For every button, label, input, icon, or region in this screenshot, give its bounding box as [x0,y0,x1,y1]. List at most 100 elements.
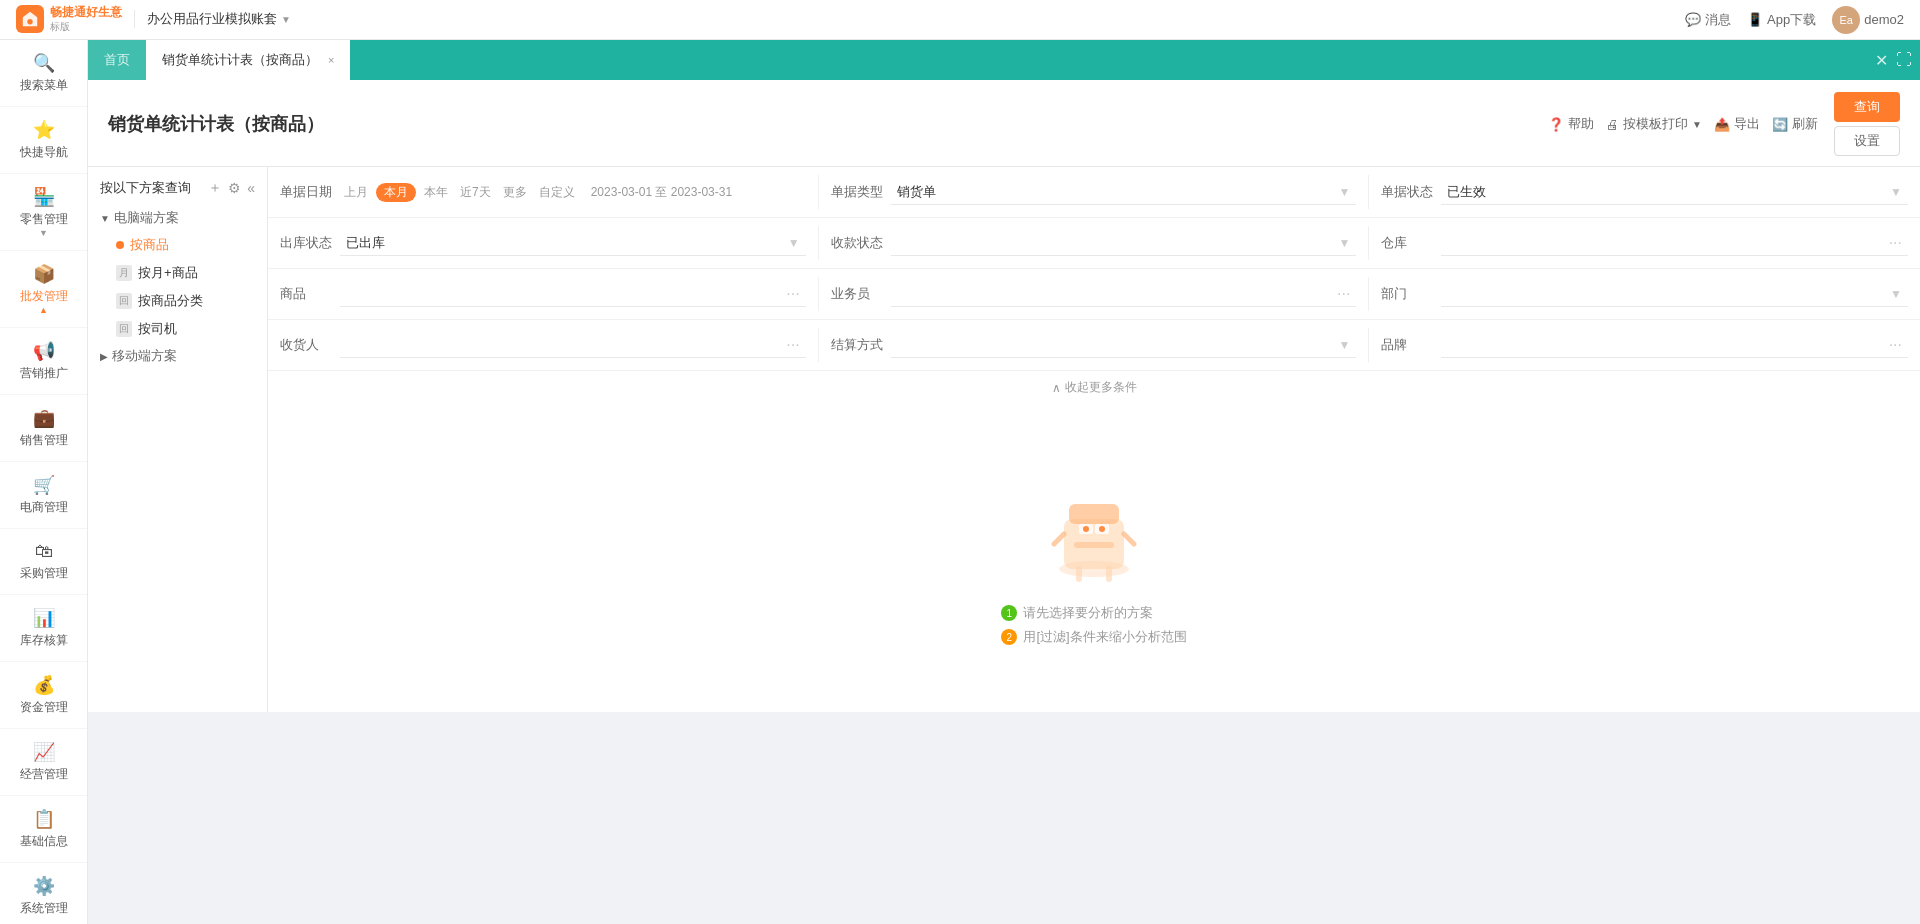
action-buttons: 查询 设置 [1834,92,1900,156]
chevron-icon: ▼ [39,228,48,238]
scheme-item-by-driver[interactable]: 回 按司机 [88,315,267,343]
app-download-button[interactable]: 📱 App下载 [1747,11,1816,29]
filter-cell-doc-status: 单据状态 已生效 ▼ [1369,175,1920,209]
sidebar-item-operations[interactable]: 📈 经营管理 [0,729,87,796]
sidebar-item-sales[interactable]: 💼 销售管理 [0,395,87,462]
sidebar-item-retail[interactable]: 🏪 零售管理 ▼ [0,174,87,251]
sidebar-item-basic[interactable]: 📋 基础信息 [0,796,87,863]
scheme-category-mobile[interactable]: ▶ 移动端方案 [88,343,267,369]
consignee-select[interactable]: ··· [340,332,806,358]
collapse-scheme-icon[interactable]: « [247,180,255,196]
sidebar-basic-label: 基础信息 [20,833,68,850]
scheme-panel-title: 按以下方案查询 [100,179,191,197]
filter-cell-doc-type: 单据类型 销货单 ▼ [819,175,1370,209]
sidebar-item-system[interactable]: ⚙️ 系统管理 [0,863,87,924]
doc-type-select[interactable]: 销货单 ▼ [891,179,1357,205]
tab-active[interactable]: 销货单统计计表（按商品） × [146,40,350,80]
filter-row-4: 收货人 ··· 结算方式 ▼ [268,320,1920,371]
warehouse-select[interactable]: ··· [1441,230,1908,256]
tab-home-label: 首页 [104,51,130,69]
message-button[interactable]: 💬 消息 [1685,11,1731,29]
add-scheme-icon[interactable]: ＋ [208,179,222,197]
product-label: 商品 [280,285,340,303]
sidebar-item-marketing[interactable]: 📢 营销推广 [0,328,87,395]
print-arrow-icon: ▼ [1692,119,1702,130]
wh-status-select[interactable]: 已出库 ▼ [340,230,806,256]
tip-num-2: 2 [1001,629,1017,645]
query-button[interactable]: 查询 [1834,92,1900,122]
filter-cell-department: 部门 ▼ [1369,277,1920,311]
sidebar-sales-label: 销售管理 [20,432,68,449]
doc-status-select[interactable]: 已生效 ▼ [1441,179,1908,205]
brand-dots-icon: ··· [1889,336,1902,354]
right-panel: 单据日期 上月 本月 本年 近7天 更多 自定义 [268,167,1920,712]
tab-close-window-icon[interactable]: ✕ [1875,51,1888,70]
main-layout: 🔍 搜索菜单 ⭐ 快捷导航 🏪 零售管理 ▼ 📦 批发管理 ▲ 📢 营销推广 💼… [0,40,1920,924]
scheme-item-by-month-product[interactable]: 月 按月+商品 [88,259,267,287]
filter-cell-payment-method: 结算方式 ▼ [819,328,1370,362]
shortcut-more[interactable]: 更多 [499,182,531,203]
department-select[interactable]: ▼ [1441,281,1908,307]
top-bar-right: 💬 消息 📱 App下载 Ea demo2 [1685,6,1904,34]
payment-status-select[interactable]: ▼ [891,230,1357,256]
scheme-item-by-category[interactable]: 回 按商品分类 [88,287,267,315]
scheme-icon-month: 月 [116,265,132,281]
sidebar-quick-nav-label: 快捷导航 [20,144,68,161]
export-button[interactable]: 📤 导出 [1714,115,1760,133]
product-select[interactable]: ··· [340,281,806,307]
chevron-icon2: ▲ [39,305,48,315]
sidebar-item-wholesale[interactable]: 📦 批发管理 ▲ [0,251,87,328]
help-icon: ❓ [1548,117,1564,132]
shortcut-last7[interactable]: 近7天 [456,182,495,203]
scheme-panel-header: 按以下方案查询 ＋ ⚙ « [88,175,267,205]
export-icon: 📤 [1714,117,1730,132]
message-icon: 💬 [1685,12,1701,27]
filter-row-1: 单据日期 上月 本月 本年 近7天 更多 自定义 [268,167,1920,218]
salesperson-select[interactable]: ··· [891,281,1357,307]
sidebar-purchase-label: 采购管理 [20,565,68,582]
sidebar-search[interactable]: 🔍 搜索菜单 [0,40,87,107]
content-area: 首页 销货单统计计表（按商品） × ✕ ⛶ 销货单统计计表（按商品） [88,40,1920,924]
setting-button[interactable]: 设置 [1834,126,1900,156]
collapse-bar[interactable]: ∧ 收起更多条件 [268,371,1920,404]
sidebar-item-finance[interactable]: 💰 资金管理 [0,662,87,729]
shortcut-custom[interactable]: 自定义 [535,182,579,203]
scheme-item-by-product[interactable]: 按商品 [88,231,267,259]
app-download-label: App下载 [1767,11,1816,29]
search-icon: 🔍 [33,52,55,74]
sidebar-search-label: 搜索菜单 [20,77,68,94]
settings-scheme-icon[interactable]: ⚙ [228,180,241,196]
scheme-icon-category: 回 [116,293,132,309]
caret-down-icon: ▼ [100,213,110,224]
sidebar-quick-nav[interactable]: ⭐ 快捷导航 [0,107,87,174]
sidebar-item-inventory[interactable]: 📊 库存核算 [0,595,87,662]
department-caret-icon: ▼ [1890,287,1902,301]
brand-select[interactable]: ··· [1441,332,1908,358]
tab-maximize-icon[interactable]: ⛶ [1896,51,1912,69]
help-button[interactable]: ❓ 帮助 [1548,115,1594,133]
user-avatar[interactable]: Ea demo2 [1832,6,1904,34]
refresh-button[interactable]: 🔄 刷新 [1772,115,1818,133]
refresh-label: 刷新 [1792,115,1818,133]
sidebar-item-purchase[interactable]: 🛍 采购管理 [0,529,87,595]
doc-type-value: 销货单 [897,183,936,201]
inventory-icon: 📊 [33,607,55,629]
date-range: 2023-03-01 至 2023-03-31 [591,184,732,201]
shortcut-this-month[interactable]: 本月 [376,183,416,202]
sidebar-item-ecommerce[interactable]: 🛒 电商管理 [0,462,87,529]
scheme-category-pc[interactable]: ▼ 电脑端方案 [88,205,267,231]
template-print-button[interactable]: 🖨 按模板打印 ▼ [1606,115,1702,133]
payment-method-select[interactable]: ▼ [891,332,1357,358]
tab-home[interactable]: 首页 [88,40,146,80]
brand-label: 品牌 [1381,336,1441,354]
tab-close-icon[interactable]: × [328,54,334,66]
shortcut-last-month[interactable]: 上月 [340,182,372,203]
svg-point-7 [1099,526,1105,532]
industry-select[interactable]: 办公用品行业模拟账套 ▼ [134,10,291,28]
refresh-icon: 🔄 [1772,117,1788,132]
message-label: 消息 [1705,11,1731,29]
shortcut-this-year[interactable]: 本年 [420,182,452,203]
sales-icon: 💼 [33,407,55,429]
wh-status-value: 已出库 [346,234,385,252]
sidebar-system-label: 系统管理 [20,900,68,917]
